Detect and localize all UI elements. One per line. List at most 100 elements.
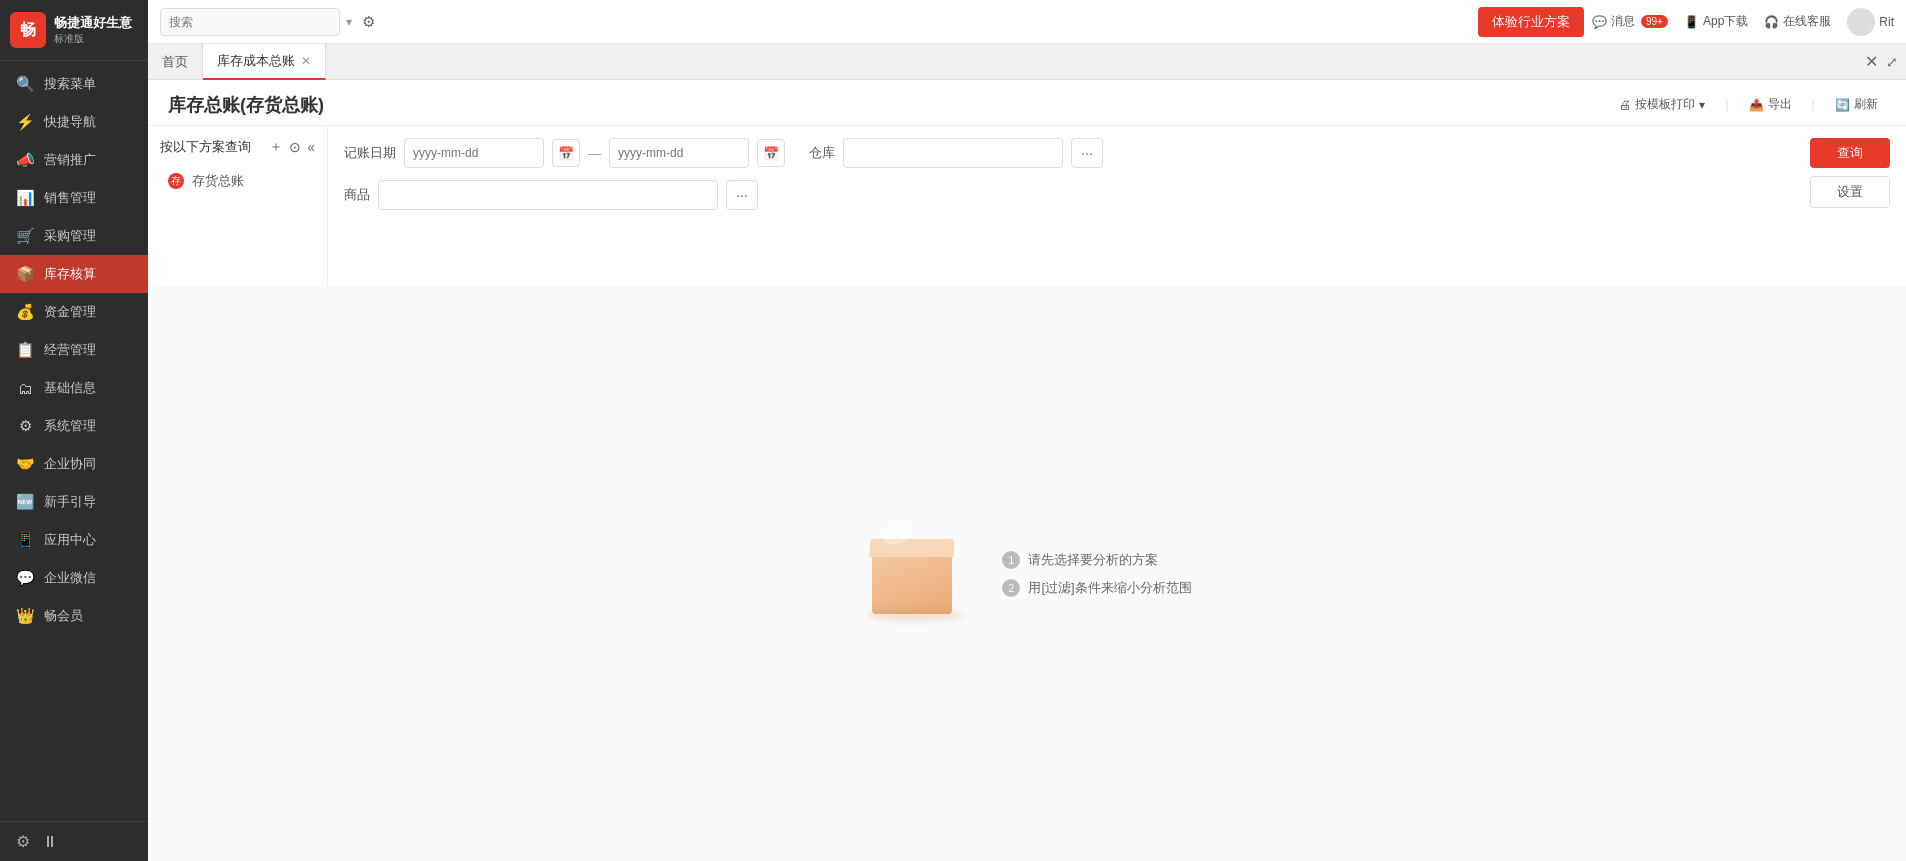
system-icon: ⚙ <box>16 417 34 435</box>
avatar <box>1847 8 1875 36</box>
tab-close-icon[interactable]: ✕ <box>301 54 311 68</box>
sidebar-item-wechat[interactable]: 💬 企业微信 <box>0 559 148 597</box>
tab-resize-icon[interactable]: ⤢ <box>1886 54 1898 70</box>
message-badge: 99+ <box>1641 15 1668 28</box>
hint-label-1: 请先选择要分析的方案 <box>1028 551 1158 569</box>
sidebar-item-sales[interactable]: 📊 销售管理 <box>0 179 148 217</box>
topbar-search-area: ▾ ⚙ <box>160 8 1470 36</box>
empty-hint-2: 2 用[过滤]条件来缩小分析范围 <box>1002 579 1191 597</box>
sidebar-item-sales-label: 销售管理 <box>44 189 96 207</box>
sidebar-item-wechat-label: 企业微信 <box>44 569 96 587</box>
sidebar-item-member-label: 畅会员 <box>44 607 83 625</box>
search-input[interactable] <box>160 8 340 36</box>
hint-label-2: 用[过滤]条件来缩小分析范围 <box>1028 579 1191 597</box>
sidebar-item-marketing[interactable]: 📣 营销推广 <box>0 141 148 179</box>
refresh-label: 刷新 <box>1854 96 1878 113</box>
tab-home-label: 首页 <box>162 53 188 71</box>
date-separator: — <box>588 146 601 161</box>
filter-scheme-label: 按以下方案查询 <box>160 138 251 156</box>
page-header: 库存总账(存货总账) 🖨 按模板打印 ▾ | 📤 导出 | 🔄 刷新 <box>148 80 1906 126</box>
sidebar-settings-icon[interactable]: ⚙ <box>16 832 30 851</box>
export-icon: 📤 <box>1749 98 1764 112</box>
page-content: 库存总账(存货总账) 🖨 按模板打印 ▾ | 📤 导出 | 🔄 刷新 <box>148 80 1906 861</box>
quick-nav-icon: ⚡ <box>16 113 34 131</box>
app-center-icon: 📱 <box>16 531 34 549</box>
sidebar-item-purchase-label: 采购管理 <box>44 227 96 245</box>
box-body <box>872 554 952 614</box>
tabbar: 首页 库存成本总账 ✕ ✕ ⤢ <box>148 44 1906 80</box>
empty-state: 1 请先选择要分析的方案 2 用[过滤]条件来缩小分析范围 <box>148 286 1906 861</box>
scheme-item-inventory[interactable]: 存 存货总账 <box>160 166 315 196</box>
warehouse-input[interactable] <box>843 138 1063 168</box>
product-input[interactable] <box>378 180 718 210</box>
refresh-button[interactable]: 🔄 刷新 <box>1827 92 1886 117</box>
filter-bar: 按以下方案查询 ＋ ⊙ « 存 存货总账 <box>148 126 1906 286</box>
date-start-calendar-icon[interactable]: 📅 <box>552 139 580 167</box>
sidebar-item-marketing-label: 营销推广 <box>44 151 96 169</box>
online-service-item[interactable]: 🎧 在线客服 <box>1764 13 1831 30</box>
sidebar-item-search[interactable]: 🔍 搜索菜单 <box>0 65 148 103</box>
sidebar-item-guide-label: 新手引导 <box>44 493 96 511</box>
sidebar-item-member[interactable]: 👑 畅会员 <box>0 597 148 635</box>
user-avatar-item[interactable]: Rit <box>1847 8 1894 36</box>
collapse-scheme-icon[interactable]: « <box>307 139 315 155</box>
sidebar: 畅 畅捷通好生意 标准版 🔍 搜索菜单 ⚡ 快捷导航 📣 营销推广 📊 销售管理… <box>0 0 148 861</box>
sidebar-item-app-center-label: 应用中心 <box>44 531 96 549</box>
sidebar-item-operations[interactable]: 📋 经营管理 <box>0 331 148 369</box>
settings-gear-icon[interactable]: ⚙ <box>362 13 375 31</box>
warehouse-label: 仓库 <box>809 144 835 162</box>
logo-title: 畅捷通好生意 <box>54 14 132 32</box>
search-nav-icon: 🔍 <box>16 75 34 93</box>
date-start-input[interactable] <box>404 138 544 168</box>
tab-close-button[interactable]: ✕ <box>1865 52 1878 71</box>
export-button[interactable]: 📤 导出 <box>1741 92 1800 117</box>
sidebar-item-system[interactable]: ⚙ 系统管理 <box>0 407 148 445</box>
warehouse-more-icon[interactable]: ··· <box>1071 138 1103 168</box>
finance-icon: 💰 <box>16 303 34 321</box>
messages-item[interactable]: 💬 消息 99+ <box>1592 13 1668 30</box>
product-more-icon[interactable]: ··· <box>726 180 758 210</box>
sidebar-item-app-center[interactable]: 📱 应用中心 <box>0 521 148 559</box>
sidebar-audio-icon[interactable]: ⏸ <box>42 833 58 851</box>
query-button[interactable]: 查询 <box>1810 138 1890 168</box>
filter-product-row: 商品 ··· <box>344 180 1794 210</box>
date-end-calendar-icon[interactable]: 📅 <box>757 139 785 167</box>
dropdown-arrow-icon[interactable]: ▾ <box>346 15 352 29</box>
sidebar-item-purchase[interactable]: 🛒 采购管理 <box>0 217 148 255</box>
box-shadow <box>867 609 963 621</box>
industry-solution-button[interactable]: 体验行业方案 <box>1478 7 1584 37</box>
filter-scheme-actions: ＋ ⊙ « <box>269 138 315 156</box>
app-download-item[interactable]: 📱 App下载 <box>1684 13 1748 30</box>
add-scheme-icon[interactable]: ＋ <box>269 138 283 156</box>
sidebar-nav: 🔍 搜索菜单 ⚡ 快捷导航 📣 营销推广 📊 销售管理 🛒 采购管理 📦 库存核… <box>0 61 148 821</box>
sidebar-item-system-label: 系统管理 <box>44 417 96 435</box>
sidebar-item-basics[interactable]: 🗂 基础信息 <box>0 369 148 407</box>
sidebar-item-quick-nav[interactable]: ⚡ 快捷导航 <box>0 103 148 141</box>
message-chat-icon: 💬 <box>1592 15 1607 29</box>
refresh-icon: 🔄 <box>1835 98 1850 112</box>
sidebar-item-inventory-label: 库存核算 <box>44 265 96 283</box>
sidebar-item-finance[interactable]: 💰 资金管理 <box>0 293 148 331</box>
tab-home[interactable]: 首页 <box>148 44 203 80</box>
print-label: 按模板打印 <box>1635 96 1695 113</box>
sidebar-item-basics-label: 基础信息 <box>44 379 96 397</box>
filter-right-panel: 记账日期 📅 — 📅 仓库 ··· <box>328 126 1906 286</box>
operations-icon: 📋 <box>16 341 34 359</box>
page-title: 库存总账(存货总账) <box>168 93 324 117</box>
sidebar-item-guide[interactable]: 🆕 新手引导 <box>0 483 148 521</box>
print-button[interactable]: 🖨 按模板打印 ▾ <box>1611 92 1713 117</box>
hint-number-1: 1 <box>1002 551 1020 569</box>
sidebar-item-operations-label: 经营管理 <box>44 341 96 359</box>
hint-number-2: 2 <box>1002 579 1020 597</box>
sidebar-item-inventory[interactable]: 📦 库存核算 <box>0 255 148 293</box>
settings-scheme-icon[interactable]: ⊙ <box>289 139 301 155</box>
message-label: 消息 <box>1611 13 1635 30</box>
date-end-input[interactable] <box>609 138 749 168</box>
logo-icon: 畅 <box>10 12 46 48</box>
tab-inventory-cost[interactable]: 库存成本总账 ✕ <box>203 44 326 80</box>
purchase-icon: 🛒 <box>16 227 34 245</box>
divider-2: | <box>1812 97 1815 112</box>
sidebar-item-enterprise[interactable]: 🤝 企业协同 <box>0 445 148 483</box>
filter-settings-button[interactable]: 设置 <box>1810 176 1890 208</box>
product-label: 商品 <box>344 186 370 204</box>
